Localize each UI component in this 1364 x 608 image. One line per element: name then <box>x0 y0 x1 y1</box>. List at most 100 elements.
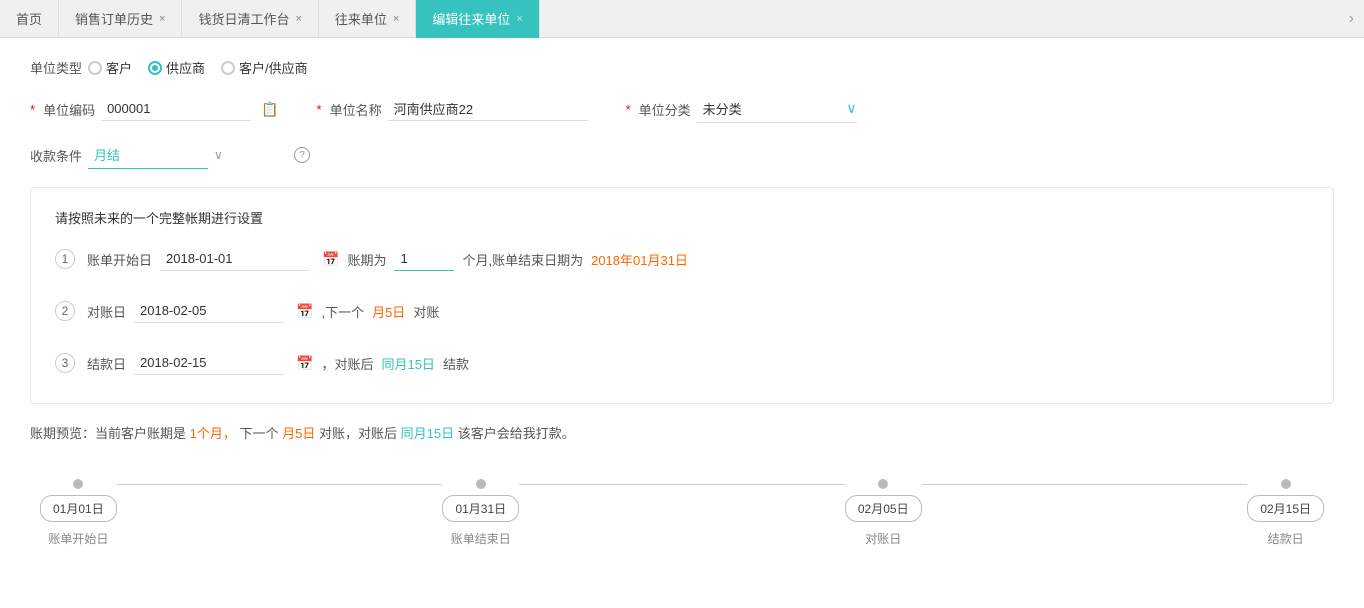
tab-more-button[interactable]: › <box>1339 10 1364 28</box>
radio-customer-label: 客户 <box>106 58 132 77</box>
tab-edit-partner[interactable]: 编辑往来单位 × <box>416 0 539 38</box>
period-label: 账期为 <box>347 250 386 269</box>
unit-category-arrow[interactable]: ∨ <box>846 100 856 117</box>
payment-date-label: 结款日 <box>87 354 126 373</box>
tab-cash-ledger-label: 钱货日清工作台 <box>198 9 289 28</box>
radio-both-label: 客户/供应商 <box>239 58 308 77</box>
unit-info-row: * 单位编码 📋 * 单位名称 * 单位分类 未分类 ∨ <box>30 95 1334 123</box>
radio-both[interactable]: 客户/供应商 <box>221 58 308 77</box>
main-content: 单位类型 客户 供应商 客户/供应商 * 单位编码 <box>0 38 1364 608</box>
tab-partner-unit[interactable]: 往来单位 × <box>319 0 416 38</box>
payment-terms-row: 收款条件 月结 ∨ ? <box>30 141 1334 169</box>
radio-supplier-circle <box>148 61 162 75</box>
unit-name-input[interactable] <box>388 97 588 121</box>
unit-code-group: * 单位编码 📋 <box>30 97 279 121</box>
unit-name-label: 单位名称 <box>330 100 382 119</box>
unit-type-group: 单位类型 客户 供应商 客户/供应商 <box>30 58 308 77</box>
account-start-date-input[interactable] <box>160 247 310 271</box>
row-number-2: 2 <box>55 301 75 321</box>
radio-supplier-label: 供应商 <box>166 58 205 77</box>
timeline-point-1: 01月01日 账单开始日 <box>40 479 117 547</box>
tab-partner-unit-label: 往来单位 <box>335 9 387 28</box>
payment-terms-label: 收款条件 <box>30 146 82 165</box>
row-3-content: 结款日 📅 ，对账后 同月15日 结款 <box>87 351 469 375</box>
tab-cash-ledger[interactable]: 钱货日清工作台 × <box>182 0 318 38</box>
timeline-label-4: 结款日 <box>1268 530 1304 547</box>
payment-suffix-text: 结款 <box>443 354 469 373</box>
payment-suffix-highlight: 同月15日 <box>381 354 434 373</box>
account-start-label: 账单开始日 <box>87 250 152 269</box>
tab-partner-unit-close[interactable]: × <box>393 13 399 25</box>
timeline-dot-4 <box>1281 479 1291 489</box>
reconciliation-row: 2 对账日 📅 ,下一个 月5日 对账 <box>55 299 1309 323</box>
timeline-badge-3: 02月05日 <box>845 495 922 522</box>
preview-middle2: 对账，对账后 <box>319 426 397 441</box>
reconciliation-suffix-text: 对账 <box>413 302 439 321</box>
unit-code-input[interactable] <box>101 97 251 121</box>
timeline-dot-2 <box>476 479 486 489</box>
payment-suffix-prefix: ，对账后 <box>321 354 373 373</box>
tab-sales-history[interactable]: 销售订单历史 × <box>59 0 182 38</box>
tab-edit-partner-label: 编辑往来单位 <box>432 9 510 28</box>
timeline-line-3 <box>922 484 1248 485</box>
period-end-date: 2018年01月31日 <box>591 250 688 269</box>
tab-bar: 首页 销售订单历史 × 钱货日清工作台 × 往来单位 × 编辑往来单位 × › <box>0 0 1364 38</box>
timeline-label-1: 账单开始日 <box>48 530 108 547</box>
radio-customer[interactable]: 客户 <box>88 58 132 77</box>
unit-category-dropdown[interactable]: 未分类 ∨ <box>697 95 857 123</box>
preview-section: 账期预览：当前客户账期是 1个月， 下一个 月5日 对账，对账后 同月15日 该… <box>30 424 1334 445</box>
payment-date-input[interactable] <box>134 351 284 375</box>
payment-terms-arrow-icon[interactable]: ∨ <box>214 148 223 162</box>
unit-category-value: 未分类 <box>697 95 847 122</box>
unit-name-star: * <box>317 102 322 117</box>
timeline-dot-1 <box>73 479 83 489</box>
account-start-calendar-icon[interactable]: 📅 <box>322 251 339 268</box>
timeline-point-3: 02月05日 对账日 <box>845 479 922 547</box>
timeline: 01月01日 账单开始日 01月31日 账单结束日 02月05日 对账日 02月… <box>30 469 1334 577</box>
unit-name-group: * 单位名称 <box>317 97 588 121</box>
tab-cash-ledger-close[interactable]: × <box>295 13 301 25</box>
unit-code-icon[interactable]: 📋 <box>261 101 278 118</box>
unit-category-group: * 单位分类 未分类 ∨ <box>626 95 857 123</box>
preview-prefix: 账期预览：当前客户账期是 <box>30 426 186 441</box>
reconciliation-calendar-icon[interactable]: 📅 <box>296 303 313 320</box>
payment-terms-group: 收款条件 月结 ∨ ? <box>30 141 310 169</box>
timeline-label-2: 账单结束日 <box>451 530 511 547</box>
payment-date-calendar-icon[interactable]: 📅 <box>296 355 313 372</box>
payment-terms-dropdown-group: 月结 ∨ <box>88 141 288 169</box>
period-unit-text: 个月,账单结束日期为 <box>462 250 583 269</box>
tab-sales-history-label: 销售订单历史 <box>75 9 153 28</box>
radio-customer-circle <box>88 61 102 75</box>
row-2-content: 对账日 📅 ,下一个 月5日 对账 <box>87 299 439 323</box>
tab-edit-partner-close[interactable]: × <box>516 13 522 25</box>
preview-highlight1: 1个月， <box>190 426 236 441</box>
timeline-label-3: 对账日 <box>865 530 901 547</box>
payment-terms-value[interactable]: 月结 <box>88 141 208 169</box>
unit-type-label: 单位类型 <box>30 58 82 77</box>
row-number-1: 1 <box>55 249 75 269</box>
timeline-point-4: 02月15日 结款日 <box>1247 479 1324 547</box>
radio-group: 客户 供应商 客户/供应商 <box>88 58 308 77</box>
timeline-badge-1: 01月01日 <box>40 495 117 522</box>
radio-both-circle <box>221 61 235 75</box>
radio-supplier[interactable]: 供应商 <box>148 58 205 77</box>
tab-sales-history-close[interactable]: × <box>159 13 165 25</box>
unit-code-label: 单位编码 <box>43 100 95 119</box>
period-value-input[interactable] <box>394 247 454 271</box>
reconciliation-suffix-prefix: ,下一个 <box>321 302 364 321</box>
reconciliation-date-input[interactable] <box>134 299 284 323</box>
preview-suffix: 该客户会给我打款。 <box>458 426 575 441</box>
timeline-line-2 <box>519 484 845 485</box>
timeline-line-1 <box>117 484 443 485</box>
preview-highlight3: 同月15日 <box>401 426 454 441</box>
timeline-dot-3 <box>878 479 888 489</box>
tab-home-label: 首页 <box>16 9 42 28</box>
row-number-3: 3 <box>55 353 75 373</box>
reconciliation-label: 对账日 <box>87 302 126 321</box>
timeline-badge-4: 02月15日 <box>1247 495 1324 522</box>
reconciliation-suffix-highlight: 月5日 <box>372 302 405 321</box>
tab-home[interactable]: 首页 <box>0 0 59 38</box>
payment-terms-help-icon[interactable]: ? <box>294 147 310 163</box>
unit-category-star: * <box>626 102 631 117</box>
preview-middle: 下一个 <box>240 426 279 441</box>
